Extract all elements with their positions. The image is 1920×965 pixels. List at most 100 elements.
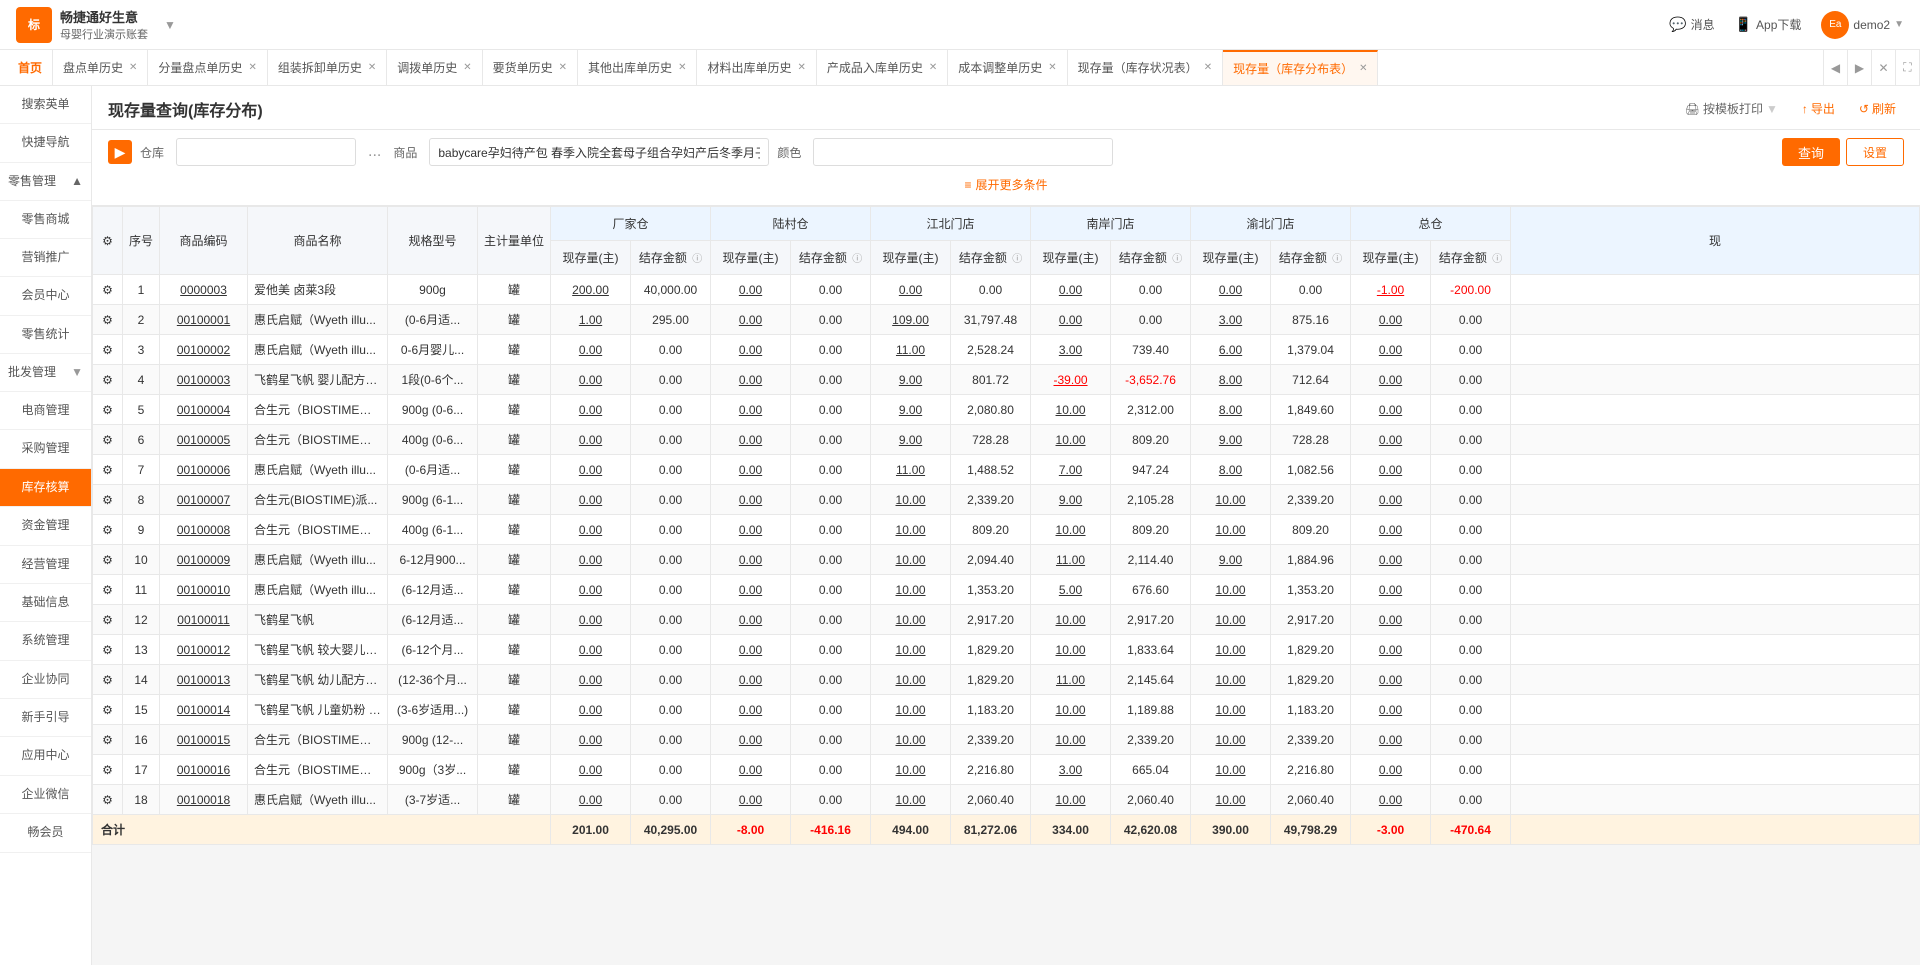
cell-settings[interactable]: ⚙ xyxy=(93,575,123,605)
cell-code[interactable]: 00100007 xyxy=(160,485,248,515)
cell-w2-stock[interactable]: 0.00 xyxy=(711,605,791,635)
cell-w2-stock[interactable]: 0.00 xyxy=(711,725,791,755)
cell-settings[interactable]: ⚙ xyxy=(93,695,123,725)
cell-settings[interactable]: ⚙ xyxy=(93,425,123,455)
sidebar-item-purchase[interactable]: 采购管理 xyxy=(0,430,91,468)
query-btn[interactable]: 查询 xyxy=(1782,138,1840,166)
tab-inventory-single-close[interactable]: ✕ xyxy=(129,62,137,73)
product-input[interactable] xyxy=(429,138,769,166)
cell-w3-stock[interactable]: 9.00 xyxy=(871,365,951,395)
sidebar-item-member-plus[interactable]: 畅会员 xyxy=(0,814,91,852)
tab-stock-dist[interactable]: 现存量（库存分布表） ✕ xyxy=(1223,50,1378,86)
sidebar-item-marketing[interactable]: 营销推广 xyxy=(0,239,91,277)
cell-w2-stock[interactable]: 0.00 xyxy=(711,545,791,575)
cell-w4-stock[interactable]: -39.00 xyxy=(1031,365,1111,395)
message-btn[interactable]: 💬 消息 xyxy=(1669,16,1714,33)
cell-code[interactable]: 00100012 xyxy=(160,635,248,665)
cell-w4-stock[interactable]: 5.00 xyxy=(1031,575,1111,605)
cell-w2-stock[interactable]: 0.00 xyxy=(711,755,791,785)
tab-inventory-split[interactable]: 分量盘点单历史 ✕ xyxy=(148,50,267,86)
tab-other-outbound-close[interactable]: ✕ xyxy=(678,62,686,73)
tab-stock-status[interactable]: 现存量（库存状况表） ✕ xyxy=(1068,50,1223,86)
cell-w5-stock[interactable]: 8.00 xyxy=(1191,365,1271,395)
cell-total-stock[interactable]: 0.00 xyxy=(1351,575,1431,605)
cell-w5-stock[interactable]: 9.00 xyxy=(1191,425,1271,455)
cell-w4-stock[interactable]: 10.00 xyxy=(1031,695,1111,725)
cell-w1-stock[interactable]: 0.00 xyxy=(551,575,631,605)
cell-w4-stock[interactable]: 10.00 xyxy=(1031,605,1111,635)
cell-total-stock[interactable]: 0.00 xyxy=(1351,635,1431,665)
app-download-btn[interactable]: 📱 App下载 xyxy=(1735,16,1802,33)
cell-w5-stock[interactable]: 6.00 xyxy=(1191,335,1271,365)
cell-total-stock[interactable]: 0.00 xyxy=(1351,785,1431,815)
tab-expand-icon[interactable]: ⛶ xyxy=(1896,50,1920,86)
cell-code[interactable]: 00100004 xyxy=(160,395,248,425)
cell-w4-stock[interactable]: 10.00 xyxy=(1031,515,1111,545)
th-w3-amount-info[interactable]: ⓘ xyxy=(1012,254,1022,265)
cell-w2-stock[interactable]: 0.00 xyxy=(711,395,791,425)
cell-code[interactable]: 0000003 xyxy=(160,275,248,305)
tab-product-inbound[interactable]: 产成品入库单历史 ✕ xyxy=(817,50,948,86)
cell-w2-stock[interactable]: 0.00 xyxy=(711,365,791,395)
cell-total-stock[interactable]: 0.00 xyxy=(1351,695,1431,725)
cell-total-stock[interactable]: 0.00 xyxy=(1351,755,1431,785)
cell-total-stock[interactable]: -1.00 xyxy=(1351,275,1431,305)
cell-w3-stock[interactable]: 109.00 xyxy=(871,305,951,335)
cell-w1-stock[interactable]: 0.00 xyxy=(551,545,631,575)
cell-w3-stock[interactable]: 10.00 xyxy=(871,725,951,755)
cell-total-stock[interactable]: 0.00 xyxy=(1351,725,1431,755)
cell-w3-stock[interactable]: 10.00 xyxy=(871,515,951,545)
cell-w1-stock[interactable]: 0.00 xyxy=(551,635,631,665)
th-w4-amount-info[interactable]: ⓘ xyxy=(1172,254,1182,265)
sidebar-item-inventory[interactable]: 库存核算 xyxy=(0,469,91,507)
logo-dropdown-icon[interactable]: ▼ xyxy=(164,18,176,32)
cell-total-stock[interactable]: 0.00 xyxy=(1351,605,1431,635)
cell-w2-stock[interactable]: 0.00 xyxy=(711,665,791,695)
sidebar-item-operations[interactable]: 经营管理 xyxy=(0,546,91,584)
tab-purchase-order[interactable]: 要货单历史 ✕ xyxy=(483,50,578,86)
cell-w5-stock[interactable]: 3.00 xyxy=(1191,305,1271,335)
th-w5-amount-info[interactable]: ⓘ xyxy=(1332,254,1342,265)
cell-w2-stock[interactable]: 0.00 xyxy=(711,785,791,815)
tab-combo-disassemble[interactable]: 组装拆卸单历史 ✕ xyxy=(268,50,387,86)
cell-settings[interactable]: ⚙ xyxy=(93,455,123,485)
cell-code[interactable]: 00100008 xyxy=(160,515,248,545)
cell-settings[interactable]: ⚙ xyxy=(93,545,123,575)
cell-w1-stock[interactable]: 0.00 xyxy=(551,755,631,785)
print-btn[interactable]: 🖨 按模板打印 ▼ xyxy=(1677,96,1786,121)
cell-w2-stock[interactable]: 0.00 xyxy=(711,575,791,605)
cell-w4-stock[interactable]: 9.00 xyxy=(1031,485,1111,515)
cell-w5-stock[interactable]: 10.00 xyxy=(1191,485,1271,515)
cell-total-stock[interactable]: 0.00 xyxy=(1351,545,1431,575)
cell-w3-stock[interactable]: 10.00 xyxy=(871,575,951,605)
cell-w3-stock[interactable]: 10.00 xyxy=(871,485,951,515)
cell-settings[interactable]: ⚙ xyxy=(93,725,123,755)
cell-w2-stock[interactable]: 0.00 xyxy=(711,425,791,455)
cell-w4-stock[interactable]: 0.00 xyxy=(1031,305,1111,335)
cell-total-stock[interactable]: 0.00 xyxy=(1351,455,1431,485)
cell-code[interactable]: 00100006 xyxy=(160,455,248,485)
sidebar-item-wholesale-mgmt[interactable]: 批发管理 ▼ xyxy=(0,354,91,392)
table-container[interactable]: ⚙ 序号 商品编码 商品名称 规格型号 主计量单位 厂家仓 陆村仓 江北门店 南… xyxy=(92,206,1920,965)
sidebar-item-retail-mgmt[interactable]: 零售管理 ▲ xyxy=(0,163,91,201)
cell-w2-stock[interactable]: 0.00 xyxy=(711,485,791,515)
sidebar-item-new-guide[interactable]: 新手引导 xyxy=(0,699,91,737)
tab-material-outbound[interactable]: 材料出库单历史 ✕ xyxy=(697,50,816,86)
tab-cost-adjust-close[interactable]: ✕ xyxy=(1048,62,1056,73)
cell-total-stock[interactable]: 0.00 xyxy=(1351,395,1431,425)
tab-product-inbound-close[interactable]: ✕ xyxy=(929,62,937,73)
tab-stock-status-close[interactable]: ✕ xyxy=(1204,62,1212,73)
tab-close-all[interactable]: ✕ xyxy=(1872,50,1896,86)
cell-settings[interactable]: ⚙ xyxy=(93,605,123,635)
tab-combo-disassemble-close[interactable]: ✕ xyxy=(368,62,376,73)
cell-code[interactable]: 00100001 xyxy=(160,305,248,335)
cell-w4-stock[interactable]: 10.00 xyxy=(1031,425,1111,455)
cell-settings[interactable]: ⚙ xyxy=(93,665,123,695)
cell-settings[interactable]: ⚙ xyxy=(93,275,123,305)
cell-code[interactable]: 00100010 xyxy=(160,575,248,605)
cell-w1-stock[interactable]: 0.00 xyxy=(551,455,631,485)
cell-code[interactable]: 00100014 xyxy=(160,695,248,725)
cell-w5-stock[interactable]: 10.00 xyxy=(1191,575,1271,605)
cell-w5-stock[interactable]: 10.00 xyxy=(1191,695,1271,725)
sidebar-item-member[interactable]: 会员中心 xyxy=(0,277,91,315)
